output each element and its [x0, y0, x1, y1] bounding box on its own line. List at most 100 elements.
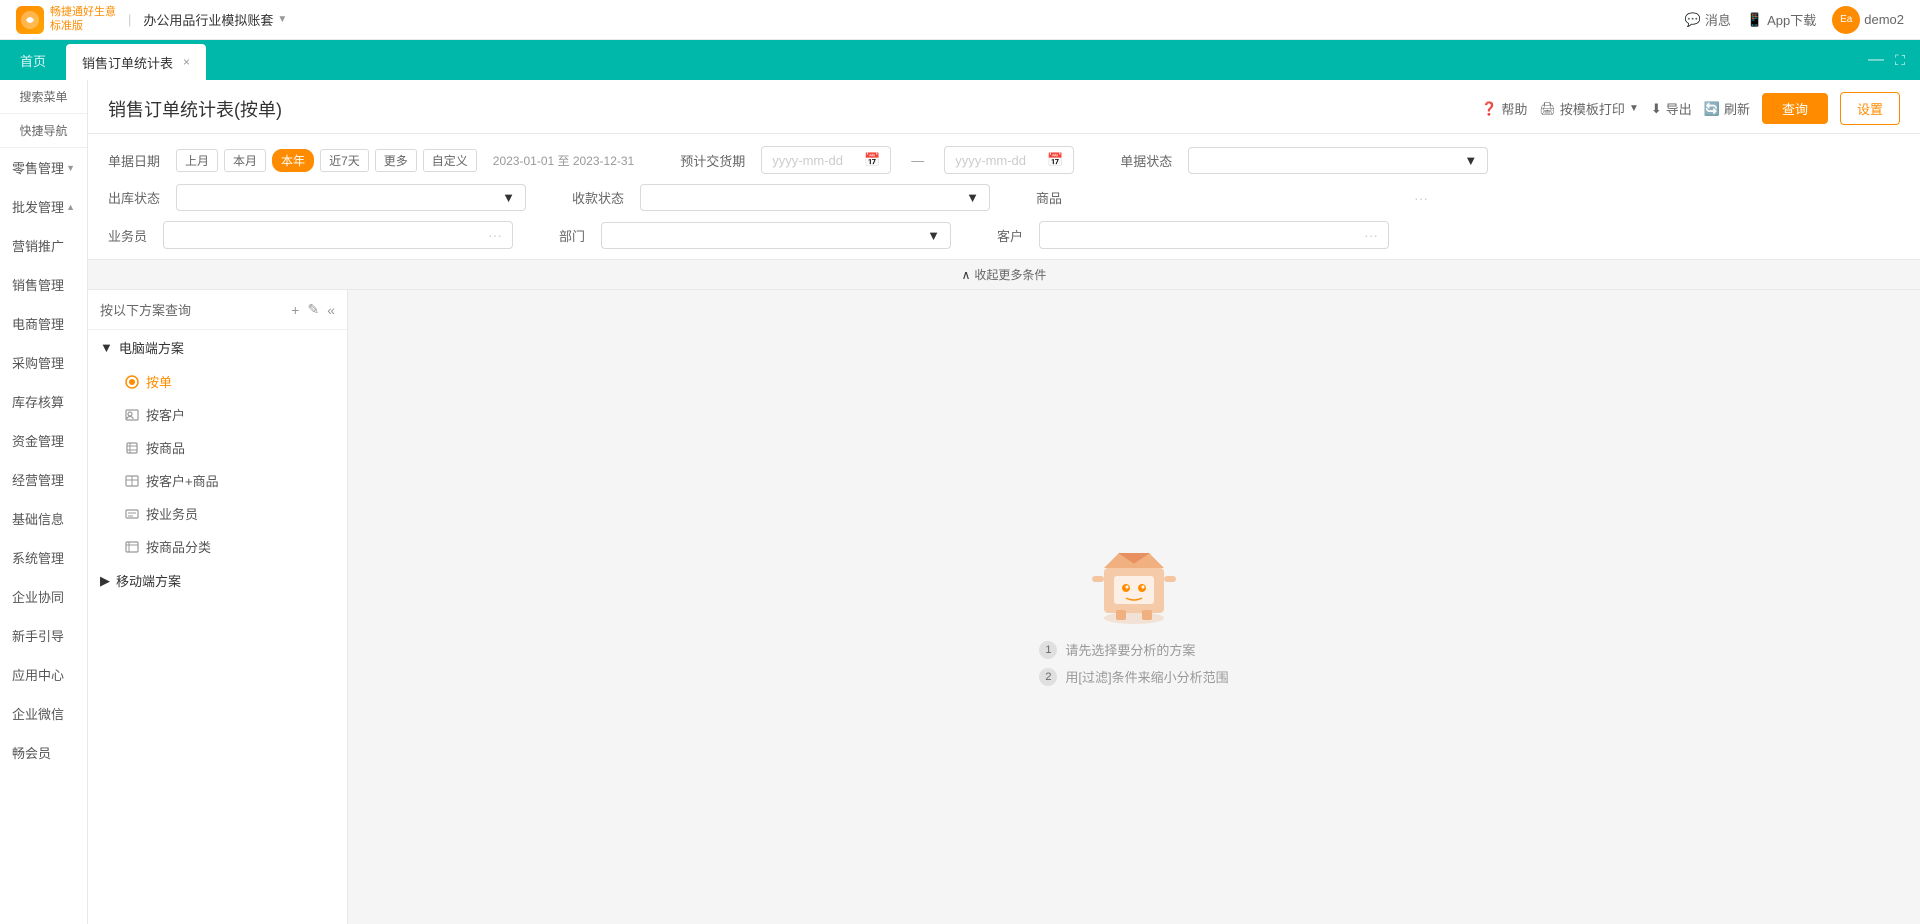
logo-area: 畅捷通好生意 标准版 — [16, 6, 116, 34]
add-scheme-icon[interactable]: + — [291, 302, 299, 318]
tree-item-by-category[interactable]: 按商品分类 — [88, 530, 347, 563]
sidebar-item-wholesale[interactable]: 批发管理 — [0, 187, 87, 226]
collection-status-label: 收款状态 — [572, 188, 624, 207]
empty-state: 1 请先选择要分析的方案 2 用[过滤]条件来缩小分析范围 — [348, 290, 1920, 924]
date-separator: — — [907, 153, 928, 168]
tree-item-by-order[interactable]: 按单 — [88, 365, 347, 398]
customer-ellipsis-btn[interactable]: ··· — [1364, 227, 1378, 243]
page-title: 销售订单统计表(按单) — [108, 96, 282, 122]
date-btn-this-month[interactable]: 本月 — [224, 149, 266, 172]
collapse-bar[interactable]: ∧ 收起更多条件 — [88, 259, 1920, 289]
sidebar-item-new-guide[interactable]: 新手引导 — [0, 616, 87, 655]
topbar-left: 畅捷通好生意 标准版 | 办公用品行业模拟账套 ▼ — [16, 6, 287, 34]
print-dropdown-icon: ▼ — [1629, 103, 1639, 114]
ship-status-select[interactable]: ▼ — [176, 184, 526, 211]
date-btn-custom[interactable]: 自定义 — [423, 149, 477, 172]
department-select[interactable]: ▼ — [601, 222, 951, 249]
sidebar-item-ecommerce[interactable]: 电商管理 — [0, 304, 87, 343]
right-content: 1 请先选择要分析的方案 2 用[过滤]条件来缩小分析范围 — [348, 290, 1920, 924]
sidebar-item-marketing[interactable]: 营销推广 — [0, 226, 87, 265]
department-label: 部门 — [559, 226, 585, 245]
sidebar-item-quick-nav[interactable]: 快捷导航 — [0, 114, 87, 148]
filter-area: 单据日期 上月 本月 本年 近7天 更多 自定义 2023-01-01 至 20… — [88, 134, 1920, 290]
help-icon: ❓ — [1481, 101, 1497, 117]
customer-label: 客户 — [997, 226, 1023, 245]
category-tree-icon — [124, 539, 140, 555]
tab-home[interactable]: 首页 — [0, 40, 66, 80]
tree-item-by-product[interactable]: 按商品 — [88, 431, 347, 464]
sidebar-item-ops[interactable]: 经营管理 — [0, 460, 87, 499]
message-action[interactable]: 💬 消息 — [1685, 10, 1731, 29]
window-maximize-btn[interactable]: ⛶ — [1892, 52, 1908, 68]
sidebar-item-member[interactable]: 畅会员 — [0, 733, 87, 772]
export-btn[interactable]: ⬇ 导出 — [1651, 99, 1692, 118]
calendar-icon-2: 📅 — [1047, 152, 1063, 168]
calendar-icon: 📅 — [864, 152, 880, 168]
sidebar: 搜索菜单 快捷导航 零售管理 批发管理 营销推广 销售管理 电商管理 采购管理 … — [0, 80, 88, 924]
sidebar-item-retail[interactable]: 零售管理 — [0, 148, 87, 187]
sidebar-item-basic[interactable]: 基础信息 — [0, 499, 87, 538]
sidebar-item-enterprise-coop[interactable]: 企业协同 — [0, 577, 87, 616]
sidebar-item-enterprise-wechat[interactable]: 企业微信 — [0, 694, 87, 733]
mobile-section-arrow: ▶ — [100, 573, 110, 589]
filter-row-1: 单据日期 上月 本月 本年 近7天 更多 自定义 2023-01-01 至 20… — [108, 146, 1900, 174]
edit-scheme-icon[interactable]: ✎ — [307, 301, 319, 318]
settings-button[interactable]: 设置 — [1840, 92, 1900, 125]
collapse-label: 收起更多条件 — [974, 266, 1046, 283]
salesperson-field[interactable]: ··· — [163, 221, 513, 249]
tree-item-by-customer-product[interactable]: 按客户+商品 — [88, 464, 347, 497]
tab-close-icon[interactable]: × — [183, 55, 190, 69]
status-select[interactable]: ▼ — [1188, 147, 1488, 174]
order-icon — [124, 374, 140, 390]
customer-field[interactable]: ··· — [1039, 221, 1389, 249]
expected-date-start[interactable]: yyyy-mm-dd 📅 — [761, 146, 891, 174]
query-button[interactable]: 查询 — [1762, 93, 1828, 124]
expected-date-end[interactable]: yyyy-mm-dd 📅 — [944, 146, 1074, 174]
collection-status-select[interactable]: ▼ — [640, 184, 990, 211]
refresh-btn[interactable]: 🔄 刷新 — [1704, 99, 1750, 118]
empty-tip-2: 2 用[过滤]条件来缩小分析范围 — [1039, 667, 1228, 686]
product-ellipsis-btn[interactable]: ··· — [1414, 190, 1428, 206]
pc-section-title[interactable]: ▼ 电脑端方案 — [88, 330, 347, 365]
tree-item-by-salesperson[interactable]: 按业务员 — [88, 497, 347, 530]
sidebar-item-capital[interactable]: 资金管理 — [0, 421, 87, 460]
app-download-action[interactable]: 📱 App下载 — [1747, 10, 1816, 29]
window-minimize-btn[interactable]: — — [1868, 52, 1884, 68]
pc-section-arrow: ▼ — [100, 340, 113, 355]
cust-prod-tree-icon — [124, 473, 140, 489]
date-btn-this-year[interactable]: 本年 — [272, 149, 314, 172]
content-area: 销售订单统计表(按单) ❓ 帮助 🖨 按模板打印 ▼ ⬇ 导出 🔄 刷新 — [88, 80, 1920, 924]
help-btn[interactable]: ❓ 帮助 — [1481, 99, 1527, 118]
product-field-area: ··· — [1078, 190, 1428, 206]
customer-tree-icon — [124, 407, 140, 423]
dept-select-arrow: ▼ — [927, 228, 940, 243]
logo-icon — [16, 6, 44, 34]
left-panel: 按以下方案查询 + ✎ « ▼ 电脑端方案 — [88, 290, 348, 924]
date-btn-more[interactable]: 更多 — [375, 149, 417, 172]
sidebar-item-purchase[interactable]: 采购管理 — [0, 343, 87, 382]
message-icon: 💬 — [1685, 12, 1701, 28]
tab-sales-order-stats[interactable]: 销售订单统计表 × — [66, 44, 206, 80]
salesperson-ellipsis-btn[interactable]: ··· — [488, 227, 502, 243]
status-label: 单据状态 — [1120, 151, 1172, 170]
sidebar-item-sales[interactable]: 销售管理 — [0, 265, 87, 304]
sidebar-item-system[interactable]: 系统管理 — [0, 538, 87, 577]
sidebar-item-search[interactable]: 搜索菜单 — [0, 80, 87, 114]
app-title-dropdown[interactable]: 办公用品行业模拟账套 ▼ — [143, 10, 287, 29]
date-btn-last7[interactable]: 近7天 — [320, 149, 369, 172]
collapse-panel-icon[interactable]: « — [327, 302, 335, 318]
main-layout: 搜索菜单 快捷导航 零售管理 批发管理 营销推广 销售管理 电商管理 采购管理 … — [0, 80, 1920, 924]
export-icon: ⬇ — [1651, 101, 1662, 117]
ship-select-arrow: ▼ — [502, 190, 515, 205]
ship-status-label: 出库状态 — [108, 188, 160, 207]
sidebar-item-app-center[interactable]: 应用中心 — [0, 655, 87, 694]
sidebar-item-inventory[interactable]: 库存核算 — [0, 382, 87, 421]
print-btn[interactable]: 🖨 按模板打印 ▼ — [1539, 99, 1638, 118]
print-icon: 🖨 — [1539, 101, 1556, 117]
mobile-section-title[interactable]: ▶ 移动端方案 — [88, 563, 347, 598]
dropdown-icon: ▼ — [277, 14, 287, 25]
tree-item-by-customer[interactable]: 按客户 — [88, 398, 347, 431]
date-btn-last-month[interactable]: 上月 — [176, 149, 218, 172]
user-area[interactable]: Ea demo2 — [1832, 6, 1904, 34]
panel-title: 按以下方案查询 — [100, 300, 191, 319]
